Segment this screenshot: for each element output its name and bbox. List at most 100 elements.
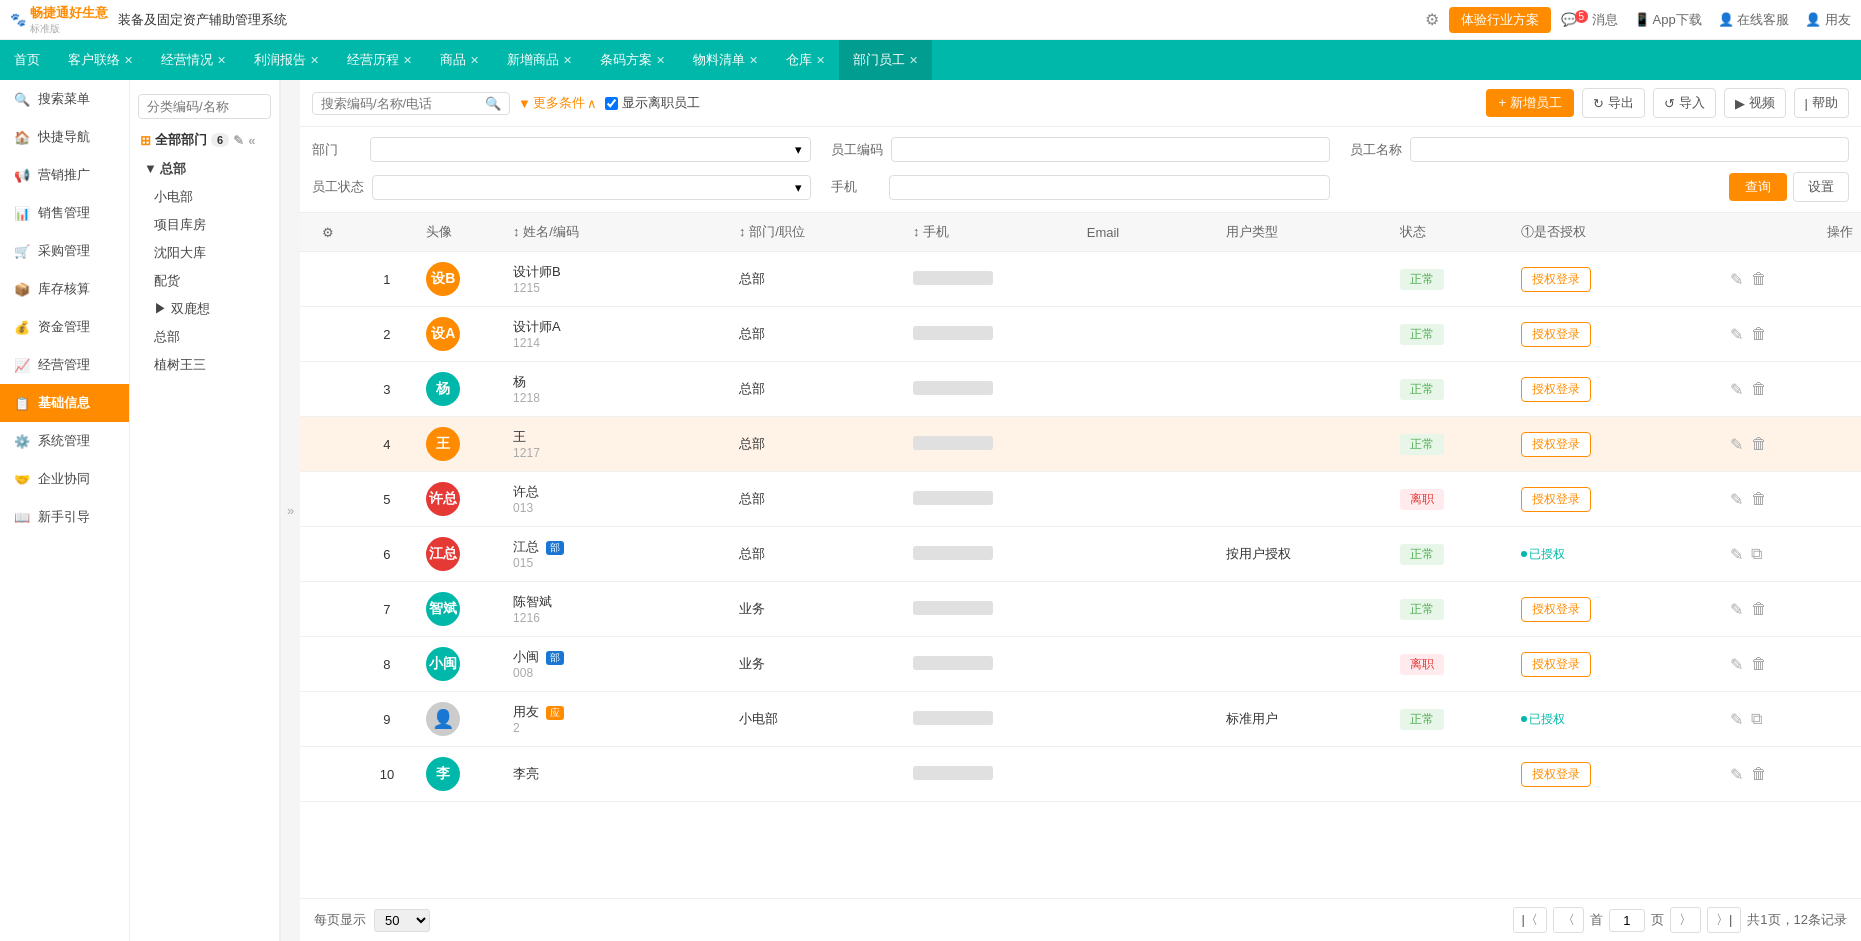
edit-icon[interactable]: ✎ [1730,655,1743,674]
edit-icon[interactable]: ✎ [1730,325,1743,344]
help-button[interactable]: | 帮助 [1794,88,1849,118]
dept-item-shuanglu[interactable]: ▶ 双鹿想 [130,295,279,323]
dept-select[interactable]: ▾ [370,137,811,162]
edit-icon[interactable]: ✎ [1730,270,1743,289]
dept-item-shenyang[interactable]: 沈阳大库 [130,239,279,267]
search-icon[interactable]: 🔍 [485,96,501,111]
prev-page-button[interactable]: 〈 [1553,907,1584,933]
tab-history[interactable]: 经营历程 ✕ [333,40,426,80]
copy-icon[interactable]: ⧉ [1751,710,1762,728]
sidebar-item-search[interactable]: 🔍 搜索菜单 [0,80,129,118]
delete-icon[interactable]: 🗑 [1751,325,1767,343]
edit-icon[interactable]: ✎ [1730,490,1743,509]
delete-icon[interactable]: 🗑 [1751,490,1767,508]
first-page-button[interactable]: |〈 [1513,907,1547,933]
add-employee-button[interactable]: + 新增员工 [1486,89,1573,117]
next-page-button[interactable]: 〉 [1670,907,1701,933]
dept-item-peihuo[interactable]: 配货 [130,267,279,295]
sidebar-item-guide[interactable]: 📖 新手引导 [0,498,129,536]
gear-icon[interactable]: ⚙ [1425,10,1439,29]
tab-operation[interactable]: 经营情况 ✕ [147,40,240,80]
emp-status-select[interactable]: ▾ [372,175,811,200]
authorize-button[interactable]: 授权登录 [1521,267,1591,292]
trial-button[interactable]: 体验行业方案 [1449,7,1551,33]
sidebar-item-sales[interactable]: 📊 销售管理 [0,194,129,232]
col-settings[interactable]: ⚙ [300,213,356,252]
sidebar-item-management[interactable]: 📈 经营管理 [0,346,129,384]
sidebar-item-purchase[interactable]: 🛒 采购管理 [0,232,129,270]
tab-barcode[interactable]: 条码方案 ✕ [586,40,679,80]
sidebar-item-inventory[interactable]: 📦 库存核算 [0,270,129,308]
col-dept-header[interactable]: ↕ 部门/职位 [731,213,905,252]
authorize-button[interactable]: 授权登录 [1521,762,1591,787]
sidebar-item-basic[interactable]: 📋 基础信息 [0,384,129,422]
edit-icon[interactable]: ✎ [1730,710,1743,729]
tab-warehouse[interactable]: 仓库 ✕ [772,40,839,80]
close-icon[interactable]: ✕ [217,54,226,67]
authorize-button[interactable]: 授权登录 [1521,432,1591,457]
close-icon[interactable]: ✕ [124,54,133,67]
close-icon[interactable]: ✕ [403,54,412,67]
search-input[interactable] [321,96,481,111]
show-resigned-checkbox[interactable]: 显示离职员工 [605,94,700,112]
user-avatar[interactable]: 👤 用友 [1805,11,1851,29]
delete-icon[interactable]: 🗑 [1751,655,1767,673]
search-button[interactable]: 查询 [1729,173,1787,201]
dept-item-xiangmuku[interactable]: 项目库房 [130,211,279,239]
dept-item-zongbu2[interactable]: 总部 [130,323,279,351]
page-input[interactable] [1609,909,1645,932]
tab-add-goods[interactable]: 新增商品 ✕ [493,40,586,80]
last-page-button[interactable]: 〉| [1707,907,1741,933]
emp-name-input[interactable] [1410,137,1849,162]
more-conditions[interactable]: ▼ 更多条件 ∧ [518,94,597,112]
view-button[interactable]: ▶ 视频 [1724,88,1786,118]
authorize-button[interactable]: 授权登录 [1521,652,1591,677]
close-icon[interactable]: ✕ [563,54,572,67]
sidebar-item-nav[interactable]: 🏠 快捷导航 [0,118,129,156]
search-box[interactable]: 🔍 [312,92,510,115]
delete-icon[interactable]: 🗑 [1751,765,1767,783]
sidebar-item-finance[interactable]: 💰 资金管理 [0,308,129,346]
tab-bom[interactable]: 物料清单 ✕ [679,40,772,80]
close-icon[interactable]: ✕ [749,54,758,67]
delete-icon[interactable]: 🗑 [1751,380,1767,398]
delete-icon[interactable]: 🗑 [1751,600,1767,618]
close-icon[interactable]: ✕ [310,54,319,67]
col-name-header[interactable]: ↕ 姓名/编码 [505,213,731,252]
copy-icon[interactable]: ⧉ [1751,545,1762,563]
collapse-icon[interactable]: « [248,133,255,148]
per-page-select[interactable]: 50 100 200 [374,909,430,932]
tab-employee[interactable]: 部门员工 ✕ [839,40,932,80]
edit-icon[interactable]: ✎ [233,133,244,148]
edit-icon[interactable]: ✎ [1730,435,1743,454]
delete-icon[interactable]: 🗑 [1751,435,1767,453]
authorize-button[interactable]: 授权登录 [1521,597,1591,622]
online-service[interactable]: 👤 在线客服 [1718,11,1790,29]
tree-header[interactable]: ⊞ 全部部门 6 ✎ « [130,125,279,155]
sidebar-item-system[interactable]: ⚙️ 系统管理 [0,422,129,460]
close-icon[interactable]: ✕ [656,54,665,67]
edit-icon[interactable]: ✎ [1730,765,1743,784]
dept-item-zhishu[interactable]: 植树王三 [130,351,279,379]
phone-input[interactable] [889,175,1330,200]
edit-icon[interactable]: ✎ [1730,600,1743,619]
close-icon[interactable]: ✕ [470,54,479,67]
delete-icon[interactable]: 🗑 [1751,270,1767,288]
tab-home[interactable]: 首页 [0,40,54,80]
dept-item-zongbu[interactable]: ▼ 总部 [130,155,279,183]
tab-goods[interactable]: 商品 ✕ [426,40,493,80]
resigned-check[interactable] [605,97,618,110]
tab-customer[interactable]: 客户联络 ✕ [54,40,147,80]
reset-button[interactable]: 设置 [1793,172,1849,202]
tab-profit[interactable]: 利润报告 ✕ [240,40,333,80]
sidebar-item-collab[interactable]: 🤝 企业协同 [0,460,129,498]
app-download[interactable]: 📱 App下载 [1634,11,1702,29]
import-button[interactable]: ↺ 导入 [1653,88,1716,118]
tree-collapse-btn[interactable]: » [280,80,300,941]
message-icon[interactable]: 💬 5 消息 [1561,11,1618,29]
dept-search-input[interactable] [138,94,271,119]
edit-icon[interactable]: ✎ [1730,545,1743,564]
sidebar-item-marketing[interactable]: 📢 营销推广 [0,156,129,194]
authorize-button[interactable]: 授权登录 [1521,322,1591,347]
authorize-button[interactable]: 授权登录 [1521,377,1591,402]
